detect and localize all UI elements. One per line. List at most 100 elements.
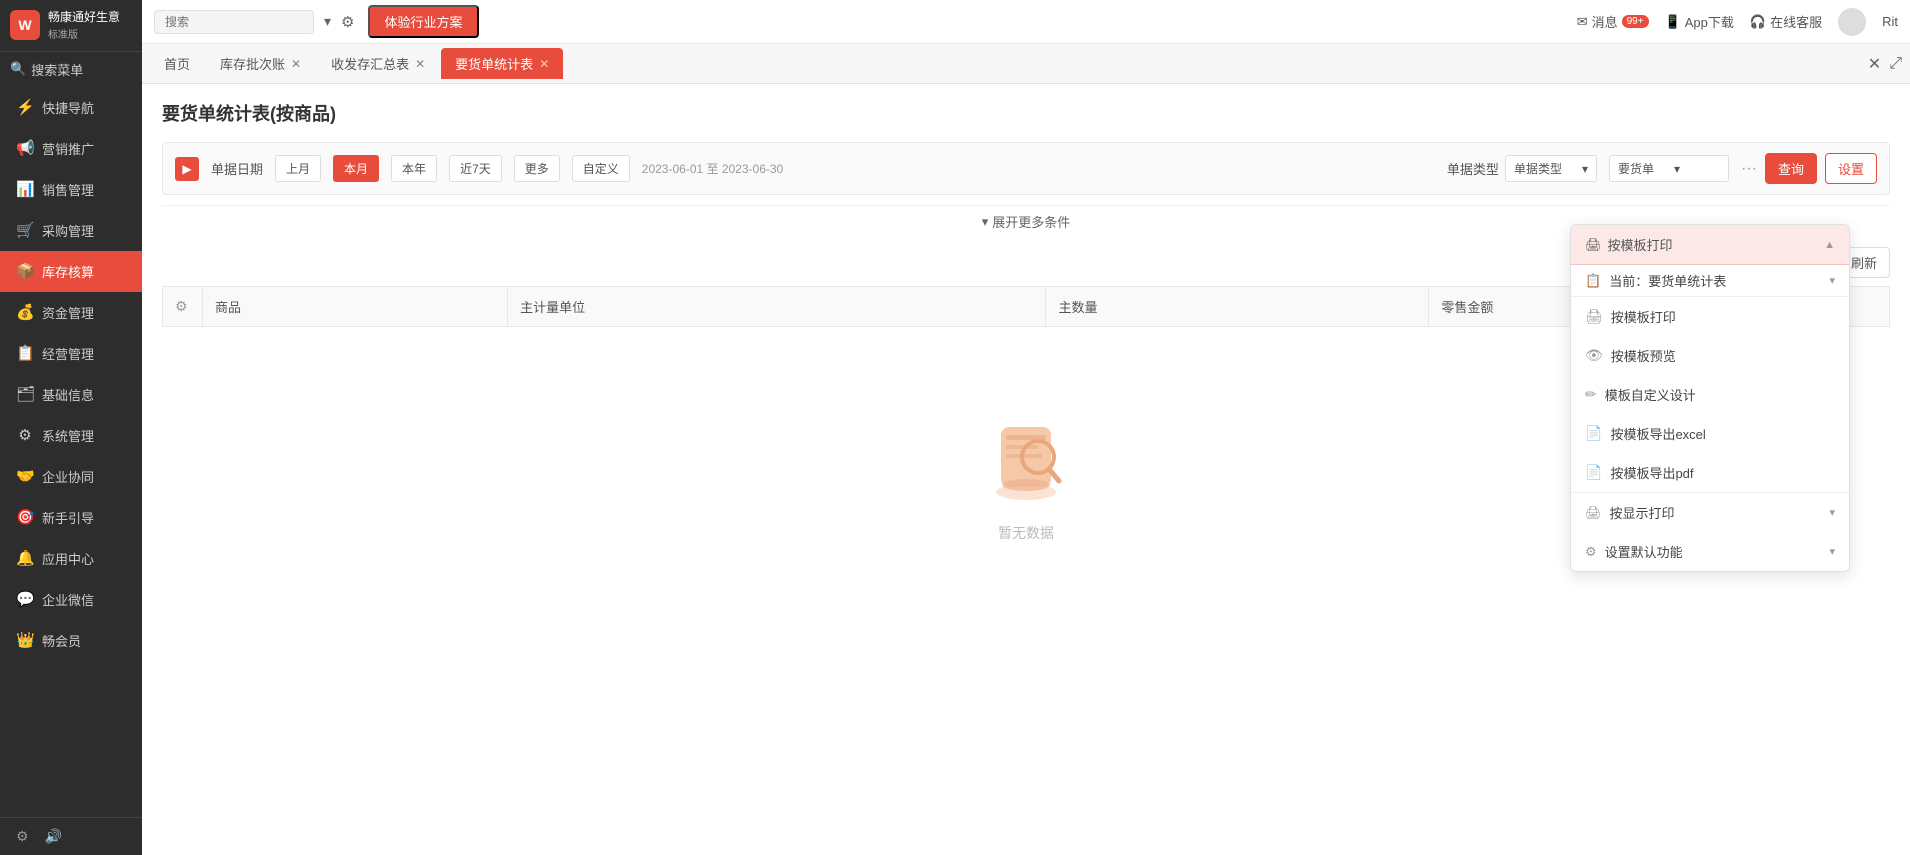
wechat-icon: 💬 <box>16 590 34 608</box>
quick-nav-icon: ⚡ <box>16 98 34 116</box>
sidebar-item-label: 企业微信 <box>42 590 94 609</box>
date-range-text: 2023-06-01 至 2023-06-30 <box>642 160 783 177</box>
print-item-set-default[interactable]: ⚙ 设置默认功能 ▾ <box>1571 532 1849 571</box>
search-icon: 🔍 <box>10 61 26 77</box>
date-btn-last-month[interactable]: 上月 <box>275 155 321 182</box>
purchase-icon: 🛒 <box>16 221 34 239</box>
order-type-select[interactable]: 要货单 ▾ <box>1609 155 1729 182</box>
tab-collection-summary[interactable]: 收发存汇总表 ✕ <box>317 48 439 79</box>
tab-order-stats-close[interactable]: ✕ <box>539 57 549 71</box>
print-header-icon: 🖨 <box>1585 237 1602 253</box>
date-label: 单据日期 <box>211 159 263 178</box>
sound-bottom-icon[interactable]: 🔊 <box>45 828 62 845</box>
topbar-gear-icon[interactable]: ⚙ <box>341 13 354 31</box>
print-item-template-print[interactable]: 🖨 按模板打印 <box>1571 297 1849 336</box>
date-btn-this-month[interactable]: 本月 <box>333 155 379 182</box>
date-btn-7days[interactable]: 近7天 <box>449 155 502 182</box>
col-quantity: 主数量 <box>1046 287 1429 327</box>
appstore-icon: 🔔 <box>16 549 34 567</box>
sidebar-item-finance[interactable]: 💰 资金管理 <box>0 292 142 333</box>
topbar-dropdown-icon[interactable]: ▾ <box>324 13 331 30</box>
user-avatar[interactable] <box>1838 8 1866 36</box>
tab-order-stats[interactable]: 要货单统计表 ✕ <box>441 48 563 79</box>
sidebar-search-item[interactable]: 🔍 搜索菜单 <box>0 52 142 87</box>
app-download-label: App下载 <box>1685 12 1734 31</box>
tab-collection-summary-close[interactable]: ✕ <box>415 57 425 71</box>
arrow-right-icon: ▶ <box>182 162 191 176</box>
expand-window-icon[interactable]: ⤢ <box>1889 55 1902 73</box>
set-default-chevron-icon: ▾ <box>1829 545 1835 558</box>
print-item-display-print[interactable]: 🖨 按显示打印 ▾ <box>1571 493 1849 532</box>
system-icon: ⚙ <box>16 426 34 444</box>
more-options-icon[interactable]: ··· <box>1741 160 1757 178</box>
print-current-label: 当前：要货单统计表 <box>1609 271 1726 290</box>
app-logo-icon: W <box>10 10 40 40</box>
sidebar-item-sales[interactable]: 📊 销售管理 <box>0 169 142 210</box>
messages-button[interactable]: ✉ 消息 99+ <box>1577 12 1649 31</box>
sidebar-nav: ⚡ 快捷导航 📢 营销推广 📊 销售管理 🛒 采购管理 📦 库存核算 💰 资金管… <box>0 87 142 817</box>
app-download-button[interactable]: 📱 App下载 <box>1665 12 1734 31</box>
print-item-template-design[interactable]: ✏ 模板自定义设计 <box>1571 375 1849 414</box>
settings-bottom-icon[interactable]: ⚙ <box>16 828 29 845</box>
tab-batch-account[interactable]: 库存批次账 ✕ <box>206 48 315 79</box>
date-btn-custom[interactable]: 自定义 <box>572 155 630 182</box>
sidebar-bottom: ⚙ 🔊 <box>0 817 142 855</box>
app-logo-text: 畅康通好生意 标准版 <box>48 10 120 41</box>
enterprise-icon: 🤝 <box>16 467 34 485</box>
sidebar-item-purchase[interactable]: 🛒 采购管理 <box>0 210 142 251</box>
guide-icon: 🎯 <box>16 508 34 526</box>
sidebar-item-marketing[interactable]: 📢 营销推广 <box>0 128 142 169</box>
query-button[interactable]: 查询 <box>1765 153 1817 184</box>
sidebar-item-appstore[interactable]: 🔔 应用中心 <box>0 538 142 579</box>
template-preview-icon: 👁 <box>1585 347 1603 364</box>
online-service-label: 在线客服 <box>1770 12 1822 31</box>
print-dropdown-header: 🖨 按模板打印 ▲ <box>1571 225 1849 265</box>
template-pdf-label: 按模板导出pdf <box>1610 463 1693 482</box>
expand-down-icon: ▾ <box>982 214 989 230</box>
print-dropdown-collapse-icon[interactable]: ▲ <box>1824 239 1835 251</box>
date-btn-more[interactable]: 更多 <box>514 155 560 182</box>
expand-label: 展开更多条件 <box>992 212 1070 231</box>
sidebar-item-label: 库存核算 <box>42 262 94 281</box>
filter-expand-toggle[interactable]: ▶ <box>175 157 199 181</box>
select-chevron-icon: ▾ <box>1582 162 1588 176</box>
current-chevron-icon: ▾ <box>1829 274 1835 287</box>
display-print-label: 按显示打印 <box>1610 503 1675 522</box>
print-item-template-excel[interactable]: 📄 按模板导出excel <box>1571 414 1849 453</box>
set-default-icon: ⚙ <box>1585 544 1597 560</box>
tab-home[interactable]: 首页 <box>150 48 204 79</box>
set-default-label: 设置默认功能 <box>1605 542 1683 561</box>
sidebar-item-guide[interactable]: 🎯 新手引导 <box>0 497 142 538</box>
print-item-template-pdf[interactable]: 📄 按模板导出pdf <box>1571 453 1849 492</box>
sidebar-item-wechat[interactable]: 💬 企业微信 <box>0 579 142 620</box>
tab-batch-account-close[interactable]: ✕ <box>291 57 301 71</box>
template-pdf-icon: 📄 <box>1585 464 1602 481</box>
sidebar-item-label: 应用中心 <box>42 549 94 568</box>
online-service-button[interactable]: 🎧 在线客服 <box>1750 12 1822 31</box>
sidebar-item-enterprise[interactable]: 🤝 企业协同 <box>0 456 142 497</box>
refresh-label: 刷新 <box>1851 253 1877 272</box>
sidebar-item-basic[interactable]: 🗂 基础信息 <box>0 374 142 415</box>
topbar-search-input[interactable] <box>154 10 314 34</box>
print-item-template-preview[interactable]: 👁 按模板预览 <box>1571 336 1849 375</box>
table-settings-icon[interactable]: ⚙ <box>175 298 188 314</box>
tab-home-label: 首页 <box>164 54 190 73</box>
sidebar-item-system[interactable]: ⚙ 系统管理 <box>0 415 142 456</box>
empty-icon <box>976 407 1076 507</box>
print-current-item[interactable]: 📋 当前：要货单统计表 ▾ <box>1571 265 1849 296</box>
settings-button[interactable]: 设置 <box>1825 153 1877 184</box>
close-window-icon[interactable]: ✕ <box>1868 54 1881 74</box>
template-print-icon: 🖨 <box>1585 308 1603 325</box>
sidebar-item-quick-nav[interactable]: ⚡ 快捷导航 <box>0 87 142 128</box>
print-dropdown-title-area: 🖨 按模板打印 <box>1585 235 1673 254</box>
trial-button[interactable]: 体验行业方案 <box>368 5 478 38</box>
date-btn-this-year[interactable]: 本年 <box>391 155 437 182</box>
topbar-actions: ✉ 消息 99+ 📱 App下载 🎧 在线客服 Rit <box>1577 8 1898 36</box>
messages-badge: 99+ <box>1622 15 1649 28</box>
print-dropdown-title: 按模板打印 <box>1608 235 1673 254</box>
sidebar-item-label: 企业协同 <box>42 467 94 486</box>
sidebar-item-operation[interactable]: 📋 经营管理 <box>0 333 142 374</box>
sidebar-item-member[interactable]: 👑 畅会员 <box>0 620 142 661</box>
sidebar-item-inventory[interactable]: 📦 库存核算 <box>0 251 142 292</box>
doc-type-select[interactable]: 单据类型 ▾ <box>1505 155 1597 182</box>
